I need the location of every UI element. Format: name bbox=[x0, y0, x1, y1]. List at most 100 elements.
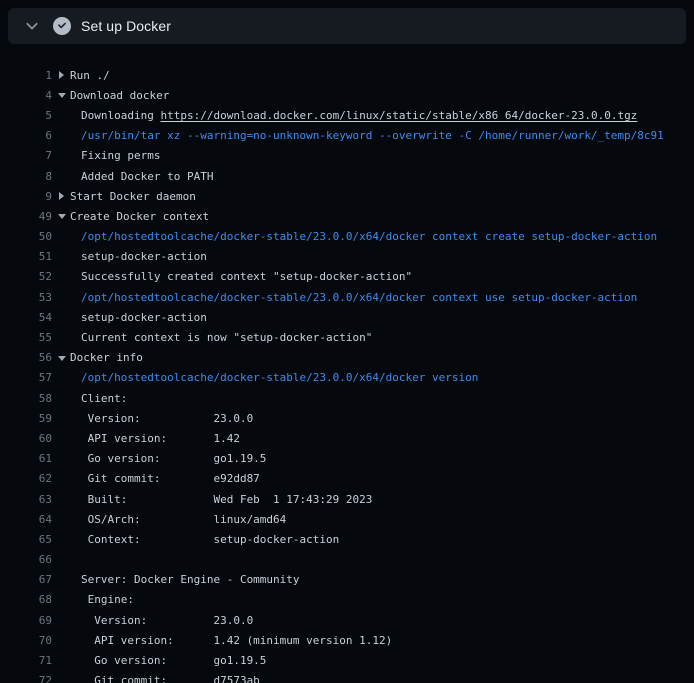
check-circle-icon bbox=[53, 17, 71, 35]
line-number[interactable]: 8 bbox=[0, 170, 52, 183]
line-number[interactable]: 70 bbox=[0, 634, 52, 647]
line-number[interactable]: 49 bbox=[0, 210, 52, 223]
line-number[interactable]: 50 bbox=[0, 230, 52, 243]
log-line: 6/usr/bin/tar xz --warning=no-unknown-ke… bbox=[0, 126, 694, 146]
line-number[interactable]: 1 bbox=[0, 69, 52, 82]
triangle-down-icon bbox=[58, 211, 70, 222]
log-text: setup-docker-action bbox=[81, 250, 207, 263]
log-line: 66 bbox=[0, 550, 694, 570]
log-text: Engine: bbox=[81, 593, 134, 606]
log-line: 60 API version: 1.42 bbox=[0, 428, 694, 448]
log-line: 57/opt/hostedtoolcache/docker-stable/23.… bbox=[0, 368, 694, 388]
log-text: OS/Arch: linux/amd64 bbox=[81, 513, 286, 526]
line-number[interactable]: 72 bbox=[0, 674, 52, 683]
line-number[interactable]: 56 bbox=[0, 351, 52, 364]
log-text: Server: Docker Engine - Community bbox=[81, 573, 300, 586]
log-text: Current context is now "setup-docker-act… bbox=[81, 331, 372, 344]
line-number[interactable]: 66 bbox=[0, 553, 52, 566]
log-line: 62 Git commit: e92dd87 bbox=[0, 469, 694, 489]
log-text: Context: setup-docker-action bbox=[81, 533, 339, 546]
line-number[interactable]: 67 bbox=[0, 573, 52, 586]
log-line: 64 OS/Arch: linux/amd64 bbox=[0, 509, 694, 529]
log-line: 71 Go version: go1.19.5 bbox=[0, 650, 694, 670]
command-text: /opt/hostedtoolcache/docker-stable/23.0.… bbox=[81, 291, 637, 304]
group-title: Run ./ bbox=[70, 69, 110, 82]
line-number[interactable]: 69 bbox=[0, 614, 52, 627]
triangle-right-icon bbox=[58, 191, 70, 202]
log-text: Successfully created context "setup-dock… bbox=[81, 270, 412, 283]
group-content: Docker info bbox=[58, 351, 143, 364]
log-group-row[interactable]: 9 Start Docker daemon bbox=[0, 186, 694, 206]
log-group-row[interactable]: 49 Create Docker context bbox=[0, 206, 694, 226]
line-number[interactable]: 55 bbox=[0, 331, 52, 344]
line-number[interactable]: 60 bbox=[0, 432, 52, 445]
log-line: 69 Version: 23.0.0 bbox=[0, 610, 694, 630]
log-line: 8 Added Docker to PATH bbox=[0, 166, 694, 186]
log-line: 63 Built: Wed Feb 1 17:43:29 2023 bbox=[0, 489, 694, 509]
log-text: Git commit: d7573ab bbox=[81, 674, 260, 683]
log-line: 54 setup-docker-action bbox=[0, 307, 694, 327]
log-line: 59 Version: 23.0.0 bbox=[0, 408, 694, 428]
line-number[interactable]: 64 bbox=[0, 513, 52, 526]
line-number[interactable]: 53 bbox=[0, 291, 52, 304]
log-text: API version: 1.42 bbox=[81, 432, 240, 445]
log-line: 72 Git commit: d7573ab bbox=[0, 671, 694, 683]
log-line: 5 Downloading https://download.docker.com… bbox=[0, 105, 694, 125]
log-text: Client: bbox=[81, 392, 127, 405]
line-number[interactable]: 63 bbox=[0, 493, 52, 506]
log-text: Added Docker to PATH bbox=[81, 170, 213, 183]
log-line: 52 Successfully created context "setup-do… bbox=[0, 267, 694, 287]
line-number[interactable]: 6 bbox=[0, 129, 52, 142]
line-number[interactable]: 54 bbox=[0, 311, 52, 324]
line-number[interactable]: 52 bbox=[0, 270, 52, 283]
triangle-right-icon bbox=[58, 70, 70, 81]
log-text: Version: 23.0.0 bbox=[81, 614, 253, 627]
command-text: /opt/hostedtoolcache/docker-stable/23.0.… bbox=[81, 371, 478, 384]
log-text: setup-docker-action bbox=[81, 311, 207, 324]
line-number[interactable]: 7 bbox=[0, 149, 52, 162]
step-title: Set up Docker bbox=[81, 18, 171, 34]
log-text: Version: 23.0.0 bbox=[81, 412, 253, 425]
line-number[interactable]: 68 bbox=[0, 593, 52, 606]
line-number[interactable]: 61 bbox=[0, 452, 52, 465]
command-text: /opt/hostedtoolcache/docker-stable/23.0.… bbox=[81, 230, 657, 243]
group-content: Start Docker daemon bbox=[58, 190, 196, 203]
log-link[interactable]: https://download.docker.com/linux/static… bbox=[160, 109, 637, 122]
group-content: Create Docker context bbox=[58, 210, 209, 223]
line-number[interactable]: 62 bbox=[0, 472, 52, 485]
chevron-down-icon[interactable] bbox=[24, 18, 40, 34]
line-number[interactable]: 51 bbox=[0, 250, 52, 263]
log-line: 70 API version: 1.42 (minimum version 1.… bbox=[0, 630, 694, 650]
line-number[interactable]: 4 bbox=[0, 89, 52, 102]
log-line: 50/opt/hostedtoolcache/docker-stable/23.… bbox=[0, 227, 694, 247]
log-group-row[interactable]: 1 Run ./ bbox=[0, 65, 694, 85]
log-text: Downloading https://download.docker.com/… bbox=[81, 109, 637, 122]
group-content: Run ./ bbox=[58, 69, 110, 82]
step-header[interactable]: Set up Docker bbox=[8, 8, 686, 44]
log-text: Fixing perms bbox=[81, 149, 160, 162]
log-line: 53/opt/hostedtoolcache/docker-stable/23.… bbox=[0, 287, 694, 307]
line-number[interactable]: 65 bbox=[0, 533, 52, 546]
triangle-down-icon bbox=[58, 90, 70, 101]
log-text: API version: 1.42 (minimum version 1.12) bbox=[81, 634, 392, 647]
triangle-down-icon bbox=[58, 352, 70, 363]
log-line: 68 Engine: bbox=[0, 590, 694, 610]
group-title: Download docker bbox=[70, 89, 169, 102]
group-content: Download docker bbox=[58, 89, 169, 102]
log-group-row[interactable]: 4 Download docker bbox=[0, 85, 694, 105]
log-line: 58 Client: bbox=[0, 388, 694, 408]
log-line: 51 setup-docker-action bbox=[0, 247, 694, 267]
log-group-row[interactable]: 56 Docker info bbox=[0, 348, 694, 368]
line-number[interactable]: 5 bbox=[0, 109, 52, 122]
line-number[interactable]: 58 bbox=[0, 392, 52, 405]
line-number[interactable]: 59 bbox=[0, 412, 52, 425]
line-number[interactable]: 9 bbox=[0, 190, 52, 203]
log-text: Go version: go1.19.5 bbox=[81, 654, 266, 667]
line-number[interactable]: 71 bbox=[0, 654, 52, 667]
log-text: Built: Wed Feb 1 17:43:29 2023 bbox=[81, 493, 372, 506]
log-line: 67 Server: Docker Engine - Community bbox=[0, 570, 694, 590]
log-line: 55 Current context is now "setup-docker-a… bbox=[0, 327, 694, 347]
log: 1 Run ./ 4 Download docker 5 Downloading http… bbox=[0, 52, 694, 683]
line-number[interactable]: 57 bbox=[0, 371, 52, 384]
group-title: Docker info bbox=[70, 351, 143, 364]
